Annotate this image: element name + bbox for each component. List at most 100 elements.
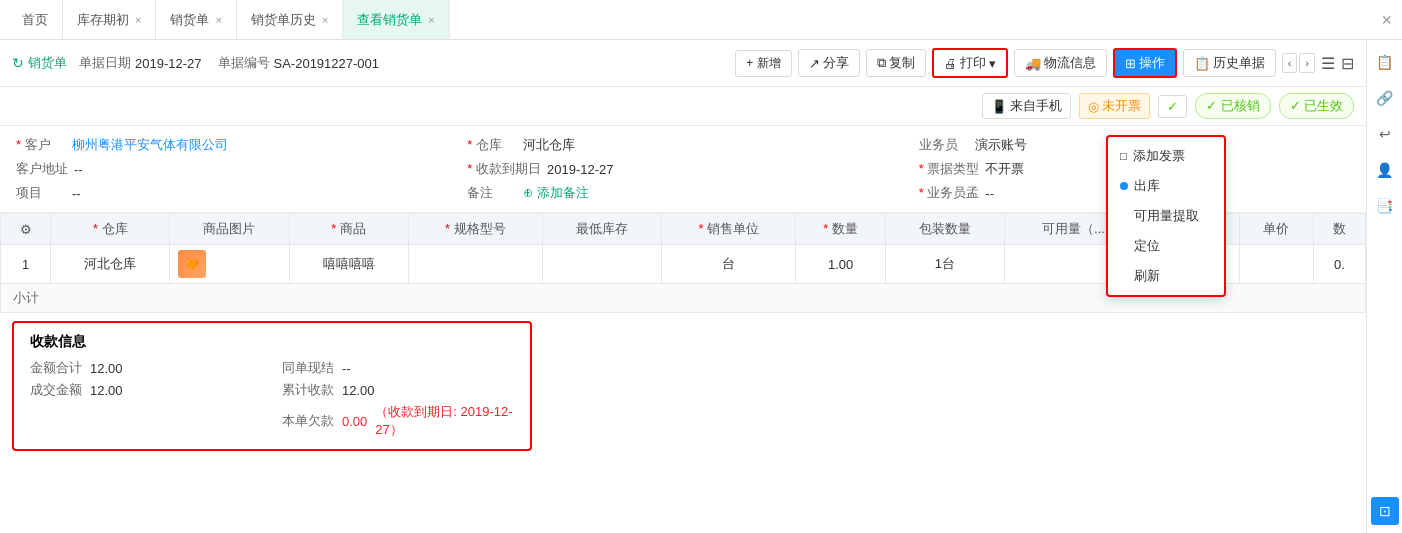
copy-label: 复制 [889,54,915,72]
toolbar-actions: + 新增 ↗ 分享 ⧉ 复制 🖨 打印 ▾ 🚚 物流信息 [735,48,1354,78]
tab-inventory-init-close[interactable]: × [135,14,141,26]
copy-button[interactable]: ⧉ 复制 [866,49,926,77]
col-img: 商品图片 [170,214,289,245]
payment-same-order-value: -- [342,361,351,376]
dropdown-add-invoice-label: 添加发票 [1133,147,1185,165]
print-button[interactable]: 🖨 打印 ▾ [932,48,1008,78]
history-label: 历史单据 [1213,54,1265,72]
col-spec: 规格型号 [408,214,542,245]
doc-date-label: 单据日期 [79,54,131,72]
doc-header: ↻ 销货单 单据日期 2019-12-27 单据编号 SA-20191227-0… [0,40,1366,87]
staff-value: 演示账号 [975,136,1027,154]
main-area: ↻ 销货单 单据日期 2019-12-27 单据编号 SA-20191227-0… [0,40,1402,533]
project-field: 项目 -- [16,184,447,202]
doc-meta: 单据日期 2019-12-27 单据编号 SA-20191227-001 [79,54,379,72]
dropdown-refresh[interactable]: 刷新 [1108,261,1224,291]
cell-img: 🧡 [170,245,289,284]
copy-icon: ⧉ [877,55,886,71]
cell-pack-qty: 1台 [885,245,1004,284]
tab-inventory-init-label: 库存期初 [77,11,129,29]
salesperson-label: 业务员孟 [927,185,979,200]
doc-number-value: SA-20191227-001 [274,56,380,71]
share-icon: ↗ [809,56,820,71]
tab-sales-order[interactable]: 销货单 × [156,0,236,39]
sidebar-icon-expand[interactable]: ⊡ [1371,497,1399,525]
print-dropdown-arrow: ▾ [989,56,996,71]
sidebar-icon-link[interactable]: 🔗 [1371,84,1399,112]
cell-min-stock [543,245,662,284]
sidebar-icon-user[interactable]: 👤 [1371,156,1399,184]
tab-view-sales-close[interactable]: × [428,14,434,26]
col-price: 单价 [1239,214,1313,245]
doc-date-value: 2019-12-27 [135,56,202,71]
not-open-button[interactable]: ◎ 未开票 [1079,93,1150,119]
view-toggle-grid[interactable]: ⊟ [1341,54,1354,73]
cell-unit: 台 [662,245,796,284]
print-icon: 🖨 [944,56,957,71]
note-label: 备注 [467,184,517,202]
tab-view-sales[interactable]: 查看销货单 × [343,0,449,39]
sidebar-icon-copy[interactable]: 📋 [1371,48,1399,76]
payment-same-order-row: 同单现结 -- [282,359,514,377]
next-button[interactable]: › [1299,53,1315,73]
ticket-icon: ◎ [1088,99,1099,114]
payment-this-due-value: 0.00 [342,414,367,429]
share-label: 分享 [823,54,849,72]
col-extra: 数 [1314,214,1366,245]
sidebar-icon-return[interactable]: ↩ [1371,120,1399,148]
sidebar-icon-doc[interactable]: 📑 [1371,192,1399,220]
logistics-button[interactable]: 🚚 物流信息 [1014,49,1107,77]
doc-toolbar2: 📱 来自手机 ◎ 未开票 ✓ ✓ 已核销 ✓ 已生效 [0,87,1366,126]
nav-arrows: ‹ › [1282,53,1315,73]
window-close-button[interactable]: × [1381,9,1392,30]
prev-button[interactable]: ‹ [1282,53,1298,73]
doc-title: ↻ 销货单 [12,54,67,72]
doc-panel: ↻ 销货单 单据日期 2019-12-27 单据编号 SA-20191227-0… [0,40,1366,533]
tab-sales-history[interactable]: 销货单历史 × [237,0,343,39]
due-date-field: * 收款到期日 2019-12-27 [467,160,898,178]
cell-qty: 1.00 [796,245,885,284]
payment-transaction-value: 12.00 [90,383,123,398]
view-toggle-list[interactable]: ☰ [1321,54,1335,73]
dropdown-outbound[interactable]: 出库 [1108,171,1224,201]
payment-right-col: 同单现结 -- 累计收款 12.00 本单欠款 0.00 （收款到期日: 201… [282,359,514,439]
tab-home[interactable]: 首页 [8,0,63,39]
due-date-value: 2019-12-27 [547,162,614,177]
add-button[interactable]: + 新增 [735,50,791,77]
staff-label: 业务员 [919,136,969,154]
col-settings[interactable]: ⚙ [1,214,51,245]
tab-home-label: 首页 [22,11,48,29]
sales-order-icon: ↻ [12,55,24,71]
operate-button[interactable]: ⊞ 操作 [1113,48,1177,78]
from-mobile-button[interactable]: 📱 来自手机 [982,93,1071,119]
salesperson-value: -- [985,186,994,201]
col-unit: 销售单位 [662,214,796,245]
warehouse-label: 仓库 [476,137,502,152]
tab-sales-order-close[interactable]: × [215,14,221,26]
share-button[interactable]: ↗ 分享 [798,49,860,77]
check-circle-icon: ✓ [1206,98,1217,113]
check-icon: ✓ [1167,99,1178,114]
ticket-type-value: 不开票 [985,160,1024,178]
payment-same-order-label: 同单现结 [282,359,334,377]
cell-product: 嘻嘻嘻嘻 [289,245,408,284]
logistics-label: 物流信息 [1044,54,1096,72]
dropdown-available-take[interactable]: 可用量提取 [1108,201,1224,231]
payment-cumulative-row: 累计收款 12.00 [282,381,514,399]
warehouse-field: * 仓库 河北仓库 [467,136,898,154]
doc-number-label: 单据编号 [218,54,270,72]
tab-sales-history-close[interactable]: × [322,14,328,26]
payment-this-due-row: 本单欠款 0.00 （收款到期日: 2019-12-27） [282,403,514,439]
dropdown-add-invoice[interactable]: □ 添加发票 [1108,141,1224,171]
not-open-label: 未开票 [1102,97,1141,115]
payment-left-col: 金额合计 12.00 成交金额 12.00 [30,359,262,439]
dropdown-locate[interactable]: 定位 [1108,231,1224,261]
check-button[interactable]: ✓ [1158,95,1187,118]
due-date-label: 收款到期日 [476,161,541,176]
payment-transaction-label: 成交金额 [30,381,82,399]
payment-grid: 金额合计 12.00 成交金额 12.00 同单现结 -- 累计收款 [30,359,514,439]
tab-inventory-init[interactable]: 库存期初 × [63,0,156,39]
customer-value[interactable]: 柳州粤港平安气体有限公司 [72,136,228,154]
history-button[interactable]: 📋 历史单据 [1183,49,1276,77]
dropdown-outbound-label: 出库 [1134,177,1160,195]
